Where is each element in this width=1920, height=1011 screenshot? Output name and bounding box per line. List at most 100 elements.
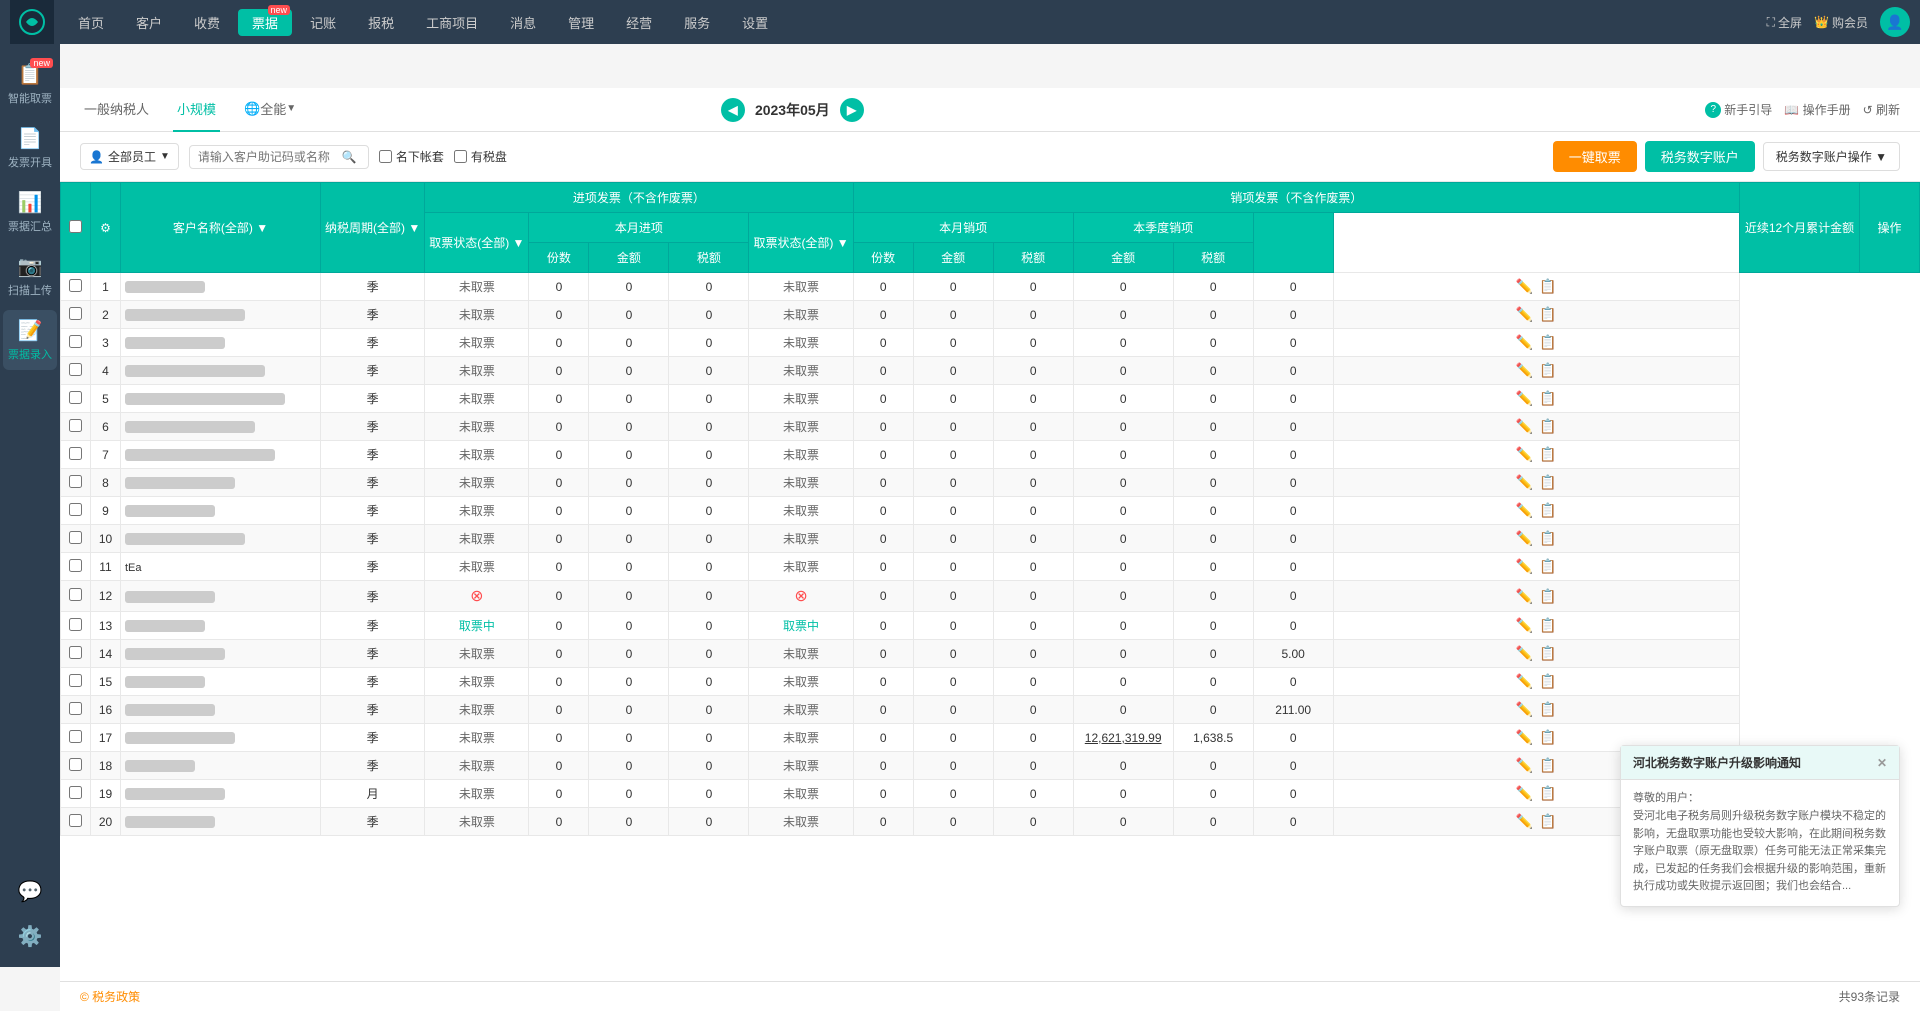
copy-icon[interactable]: 📋	[1539, 813, 1556, 830]
copy-icon[interactable]: 📋	[1539, 446, 1556, 463]
copy-icon[interactable]: 📋	[1539, 502, 1556, 519]
td-checkbox[interactable]	[61, 752, 91, 780]
copy-icon[interactable]: 📋	[1539, 278, 1556, 295]
sidebar-item-gear[interactable]: ⚙️	[3, 916, 57, 957]
row-checkbox[interactable]	[69, 646, 82, 659]
refresh-btn[interactable]: ↺ 刷新	[1863, 101, 1900, 118]
nav-operation[interactable]: 经营	[612, 9, 666, 36]
row-checkbox[interactable]	[69, 702, 82, 715]
copy-icon[interactable]: 📋	[1539, 334, 1556, 351]
edit-icon[interactable]: ✏️	[1516, 446, 1533, 463]
search-input[interactable]	[198, 150, 338, 164]
copy-icon[interactable]: 📋	[1539, 390, 1556, 407]
nav-tax[interactable]: 报税	[354, 9, 408, 36]
sidebar-item-invoice-open[interactable]: 📄 发票开具	[3, 118, 57, 178]
nav-fee[interactable]: 收费	[180, 9, 234, 36]
sidebar-item-entry[interactable]: 📝 票据录入	[3, 310, 57, 370]
tax-plate-checkbox-label[interactable]: 有税盘	[454, 148, 507, 165]
edit-icon[interactable]: ✏️	[1516, 530, 1533, 547]
copy-icon[interactable]: 📋	[1539, 701, 1556, 718]
td-checkbox[interactable]	[61, 497, 91, 525]
row-checkbox[interactable]	[69, 786, 82, 799]
edit-icon[interactable]: ✏️	[1516, 278, 1533, 295]
td-checkbox[interactable]	[61, 612, 91, 640]
th-in-status[interactable]: 取票状态(全部) ▼	[425, 213, 529, 273]
nav-ticket[interactable]: 票据 new	[238, 9, 292, 36]
td-checkbox[interactable]	[61, 413, 91, 441]
edit-icon[interactable]: ✏️	[1516, 785, 1533, 802]
date-prev-btn[interactable]: ◀	[721, 98, 745, 122]
row-checkbox[interactable]	[69, 503, 82, 516]
row-checkbox[interactable]	[69, 674, 82, 687]
sidebar-item-smart-ticket[interactable]: 📋 智能取票 new	[3, 54, 57, 114]
copy-icon[interactable]: 📋	[1539, 617, 1556, 634]
tax-digital-btn[interactable]: 税务数字账户	[1645, 141, 1755, 172]
row-checkbox[interactable]	[69, 730, 82, 743]
tax-digital-op-btn[interactable]: 税务数字账户操作 ▼	[1763, 142, 1900, 171]
th-out-status[interactable]: 取票状态(全部) ▼	[749, 213, 853, 273]
copy-icon[interactable]: 📋	[1539, 306, 1556, 323]
edit-icon[interactable]: ✏️	[1516, 588, 1533, 605]
td-checkbox[interactable]	[61, 696, 91, 724]
manual-btn[interactable]: 📖 操作手册	[1784, 101, 1850, 118]
row-checkbox[interactable]	[69, 279, 82, 292]
sidebar-item-scan[interactable]: 📷 扫描上传	[3, 246, 57, 306]
edit-icon[interactable]: ✏️	[1516, 502, 1533, 519]
td-checkbox[interactable]	[61, 385, 91, 413]
copy-icon[interactable]: 📋	[1539, 530, 1556, 547]
row-checkbox[interactable]	[69, 758, 82, 771]
popup-close-btn[interactable]: ✕	[1877, 756, 1887, 770]
row-checkbox[interactable]	[69, 419, 82, 432]
nav-business[interactable]: 工商项目	[412, 9, 492, 36]
nav-home[interactable]: 首页	[64, 9, 118, 36]
tab-general-taxpayer[interactable]: 一般纳税人	[80, 88, 153, 132]
edit-icon[interactable]: ✏️	[1516, 306, 1533, 323]
copy-icon[interactable]: 📋	[1539, 673, 1556, 690]
td-checkbox[interactable]	[61, 581, 91, 612]
copy-icon[interactable]: 📋	[1539, 785, 1556, 802]
td-checkbox[interactable]	[61, 553, 91, 581]
fullscreen-btn[interactable]: ⛶ 全屏	[1767, 14, 1802, 31]
vip-btn[interactable]: 👑 购会员	[1814, 14, 1868, 31]
row-checkbox[interactable]	[69, 391, 82, 404]
new-guide-btn[interactable]: ? 新手引导	[1705, 101, 1772, 118]
edit-icon[interactable]: ✏️	[1516, 757, 1533, 774]
copy-icon[interactable]: 📋	[1539, 729, 1556, 746]
copy-icon[interactable]: 📋	[1539, 645, 1556, 662]
row-checkbox[interactable]	[69, 618, 82, 631]
td-checkbox[interactable]	[61, 301, 91, 329]
copy-icon[interactable]: 📋	[1539, 362, 1556, 379]
one-click-ticket-btn[interactable]: 一键取票	[1553, 141, 1637, 172]
row-checkbox[interactable]	[69, 588, 82, 601]
nav-accounting[interactable]: 记账	[296, 9, 350, 36]
td-checkbox[interactable]	[61, 469, 91, 497]
tax-plate-checkbox[interactable]	[454, 150, 467, 163]
copy-icon[interactable]: 📋	[1539, 558, 1556, 575]
edit-icon[interactable]: ✏️	[1516, 558, 1533, 575]
edit-icon[interactable]: ✏️	[1516, 673, 1533, 690]
date-next-btn[interactable]: ▶	[840, 98, 864, 122]
edit-icon[interactable]: ✏️	[1516, 334, 1533, 351]
td-checkbox[interactable]	[61, 525, 91, 553]
row-checkbox[interactable]	[69, 447, 82, 460]
th-client-name[interactable]: 客户名称(全部) ▼	[121, 183, 321, 273]
row-checkbox[interactable]	[69, 531, 82, 544]
td-checkbox[interactable]	[61, 640, 91, 668]
edit-icon[interactable]: ✏️	[1516, 813, 1533, 830]
my-dept-checkbox[interactable]	[379, 150, 392, 163]
row-checkbox[interactable]	[69, 559, 82, 572]
td-checkbox[interactable]	[61, 780, 91, 808]
edit-icon[interactable]: ✏️	[1516, 701, 1533, 718]
copy-icon[interactable]: 📋	[1539, 418, 1556, 435]
th-cycle[interactable]: 纳税周期(全部) ▼	[321, 183, 425, 273]
td-checkbox[interactable]	[61, 668, 91, 696]
td-checkbox[interactable]	[61, 808, 91, 836]
edit-icon[interactable]: ✏️	[1516, 617, 1533, 634]
edit-icon[interactable]: ✏️	[1516, 474, 1533, 491]
row-checkbox[interactable]	[69, 307, 82, 320]
td-checkbox[interactable]	[61, 724, 91, 752]
nav-message[interactable]: 消息	[496, 9, 550, 36]
td-checkbox[interactable]	[61, 441, 91, 469]
tab-full[interactable]: 🌐 全能 ▼	[240, 88, 300, 132]
avatar[interactable]: 👤	[1880, 7, 1910, 37]
